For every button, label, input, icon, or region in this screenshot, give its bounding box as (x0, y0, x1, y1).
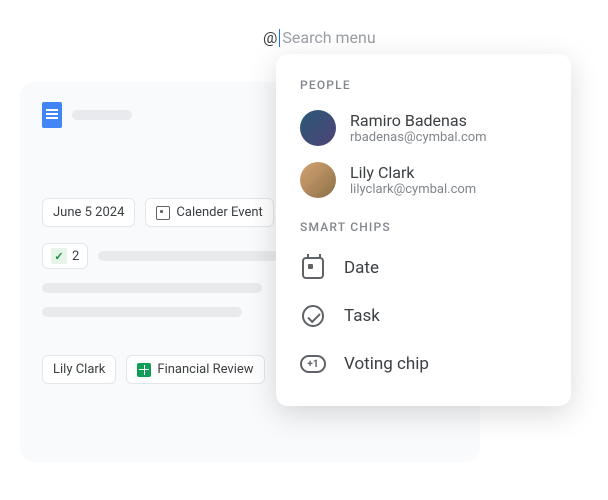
file-chip-label: Financial Review (157, 362, 253, 377)
date-chip[interactable]: June 5 2024 (42, 198, 135, 227)
at-sign: @ (263, 28, 277, 47)
check-icon: ✓ (51, 248, 67, 264)
person-chip[interactable]: Lily Clark (42, 355, 116, 384)
docs-icon (42, 102, 62, 128)
sheets-icon (137, 363, 151, 377)
person-info: Lily Clark lilyclark@cymbal.com (350, 163, 476, 198)
menu-item-date[interactable]: Date (276, 244, 571, 292)
title-skeleton (72, 110, 132, 120)
text-skeleton (98, 251, 278, 261)
person-chip-label: Lily Clark (53, 362, 105, 377)
menu-item-voting[interactable]: +1 Voting chip (276, 340, 571, 388)
at-mention-input[interactable]: @ Search menu (263, 28, 376, 47)
vote-chip[interactable]: ✓ 2 (42, 243, 88, 269)
menu-item-label: Date (344, 258, 379, 278)
menu-item-label: Voting chip (344, 354, 429, 374)
smart-chips-heading: SMART CHIPS (276, 206, 571, 244)
smart-chip-menu: PEOPLE Ramiro Badenas rbadenas@cymbal.co… (276, 54, 571, 406)
person-item-ramiro[interactable]: Ramiro Badenas rbadenas@cymbal.com (276, 102, 571, 154)
person-item-lily[interactable]: Lily Clark lilyclark@cymbal.com (276, 154, 571, 206)
calendar-icon (156, 206, 170, 220)
search-placeholder: Search menu (282, 28, 375, 47)
avatar (300, 110, 336, 146)
person-email: rbadenas@cymbal.com (350, 130, 487, 146)
calendar-chip[interactable]: Calender Event (145, 198, 273, 227)
text-skeleton (42, 283, 262, 293)
calendar-chip-label: Calender Event (176, 205, 262, 220)
task-icon (300, 303, 326, 329)
person-info: Ramiro Badenas rbadenas@cymbal.com (350, 111, 487, 146)
person-email: lilyclark@cymbal.com (350, 182, 476, 198)
menu-item-task[interactable]: Task (276, 292, 571, 340)
vote-count: 2 (72, 249, 79, 264)
text-cursor (279, 29, 280, 47)
voting-chip-icon: +1 (300, 351, 326, 377)
file-chip[interactable]: Financial Review (126, 355, 264, 384)
people-heading: PEOPLE (276, 74, 571, 102)
date-icon (300, 255, 326, 281)
date-chip-label: June 5 2024 (53, 205, 124, 220)
avatar (300, 162, 336, 198)
text-skeleton (42, 307, 242, 317)
person-name: Ramiro Badenas (350, 111, 487, 130)
person-name: Lily Clark (350, 163, 476, 182)
menu-item-label: Task (344, 306, 380, 326)
